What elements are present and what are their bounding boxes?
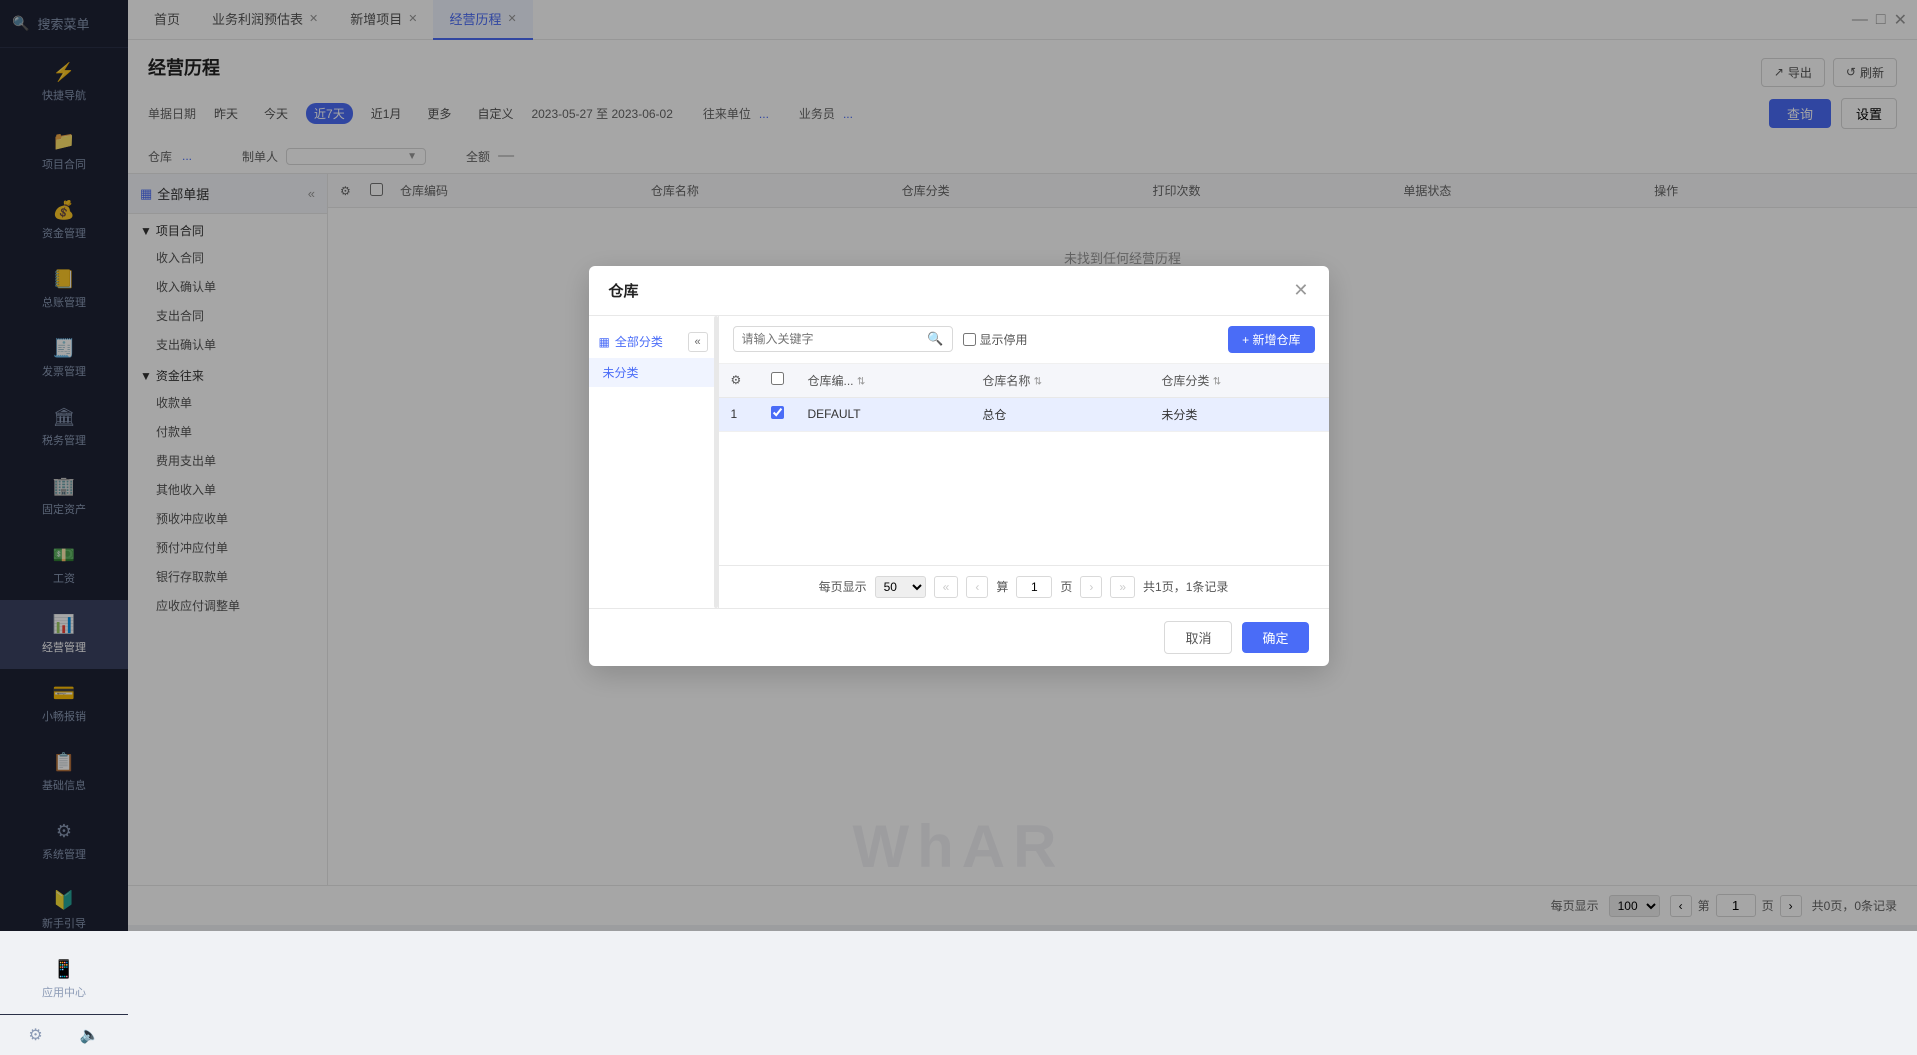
modal-overlay: 仓库 ✕ ▦ 全部分类 « 未分类	[0, 0, 1917, 931]
category-collapse-btn[interactable]: «	[688, 332, 708, 352]
sidebar-item-label: 应用中心	[42, 984, 86, 1000]
confirm-button[interactable]: 确定	[1242, 622, 1308, 653]
show-disabled-label[interactable]: 显示停用	[963, 331, 1028, 348]
row-category: 未分类	[1149, 397, 1328, 431]
app-center-icon: 📱	[53, 959, 75, 980]
modal-next-page[interactable]: ›	[1080, 576, 1102, 598]
th-warehouse-code[interactable]: 仓库编... ⇅	[796, 364, 971, 398]
modal-toolbar: 🔍 显示停用 + 新增仓库	[719, 316, 1329, 364]
modal-search-box[interactable]: 🔍	[733, 326, 953, 352]
modal-page-input[interactable]	[1016, 576, 1052, 598]
modal-search-icon[interactable]: 🔍	[927, 331, 943, 347]
modal-title: 仓库	[609, 280, 639, 301]
sort-icon-category: ⇅	[1213, 376, 1221, 387]
th-warehouse-category[interactable]: 仓库分类 ⇅	[1149, 364, 1328, 398]
modal-total-info: 共1页，1条记录	[1143, 578, 1228, 595]
settings-icon[interactable]: ⚙	[28, 1025, 42, 1045]
audio-icon[interactable]: 🔈	[80, 1025, 100, 1045]
modal-prev-page[interactable]: ‹	[966, 576, 988, 598]
modal-page-suffix: 页	[1060, 578, 1072, 595]
modal-header: 仓库 ✕	[589, 266, 1329, 316]
modal-close-button[interactable]: ✕	[1293, 281, 1308, 299]
modal-search-input[interactable]	[742, 332, 928, 346]
category-panel: ▦ 全部分类 « 未分类	[589, 316, 719, 608]
modal-footer: 取消 确定	[589, 608, 1329, 666]
modal-table-header: ⚙ 仓库编... ⇅ 仓库名称 ⇅	[719, 364, 1329, 398]
row-code: DEFAULT	[796, 397, 971, 431]
sidebar-item-app-center[interactable]: 📱 应用中心	[0, 945, 128, 1014]
th-warehouse-name[interactable]: 仓库名称 ⇅	[970, 364, 1149, 398]
warehouse-modal: 仓库 ✕ ▦ 全部分类 « 未分类	[589, 266, 1329, 666]
th-settings[interactable]: ⚙	[719, 364, 759, 398]
th-checkbox[interactable]	[759, 364, 796, 398]
add-warehouse-button[interactable]: + 新增仓库	[1228, 326, 1314, 353]
show-disabled-checkbox[interactable]	[963, 333, 976, 346]
sort-icon-code: ⇅	[857, 376, 865, 387]
modal-table-body: 1 DEFAULT 总仓 未分类	[719, 397, 1329, 431]
modal-page-size-label: 每页显示	[819, 578, 867, 595]
category-scrollbar	[714, 316, 718, 608]
row-index: 1	[719, 397, 759, 431]
row-name: 总仓	[970, 397, 1149, 431]
category-grid-icon: ▦	[599, 335, 610, 349]
modal-right-panel: 🔍 显示停用 + 新增仓库 ⚙	[719, 316, 1329, 608]
category-all-header[interactable]: ▦ 全部分类 «	[589, 326, 718, 358]
modal-last-page[interactable]: »	[1110, 576, 1135, 598]
row-checkbox[interactable]	[759, 397, 796, 431]
sidebar-bottom: ⚙ 🔈	[0, 1014, 128, 1055]
sort-icon-name: ⇅	[1034, 376, 1042, 387]
modal-pagination: 每页显示 50 20 100 « ‹ 算 页 › » 共1页，1条记录	[719, 565, 1329, 608]
modal-page-size-select[interactable]: 50 20 100	[875, 576, 926, 598]
category-all-label: 全部分类	[615, 333, 663, 350]
modal-table: ⚙ 仓库编... ⇅ 仓库名称 ⇅	[719, 364, 1329, 565]
category-item-unclassified[interactable]: 未分类	[589, 358, 718, 387]
modal-first-page[interactable]: «	[934, 576, 959, 598]
cancel-button[interactable]: 取消	[1164, 621, 1232, 654]
modal-body: ▦ 全部分类 « 未分类 🔍	[589, 316, 1329, 608]
modal-page-prefix: 算	[996, 578, 1008, 595]
table-row[interactable]: 1 DEFAULT 总仓 未分类	[719, 397, 1329, 431]
